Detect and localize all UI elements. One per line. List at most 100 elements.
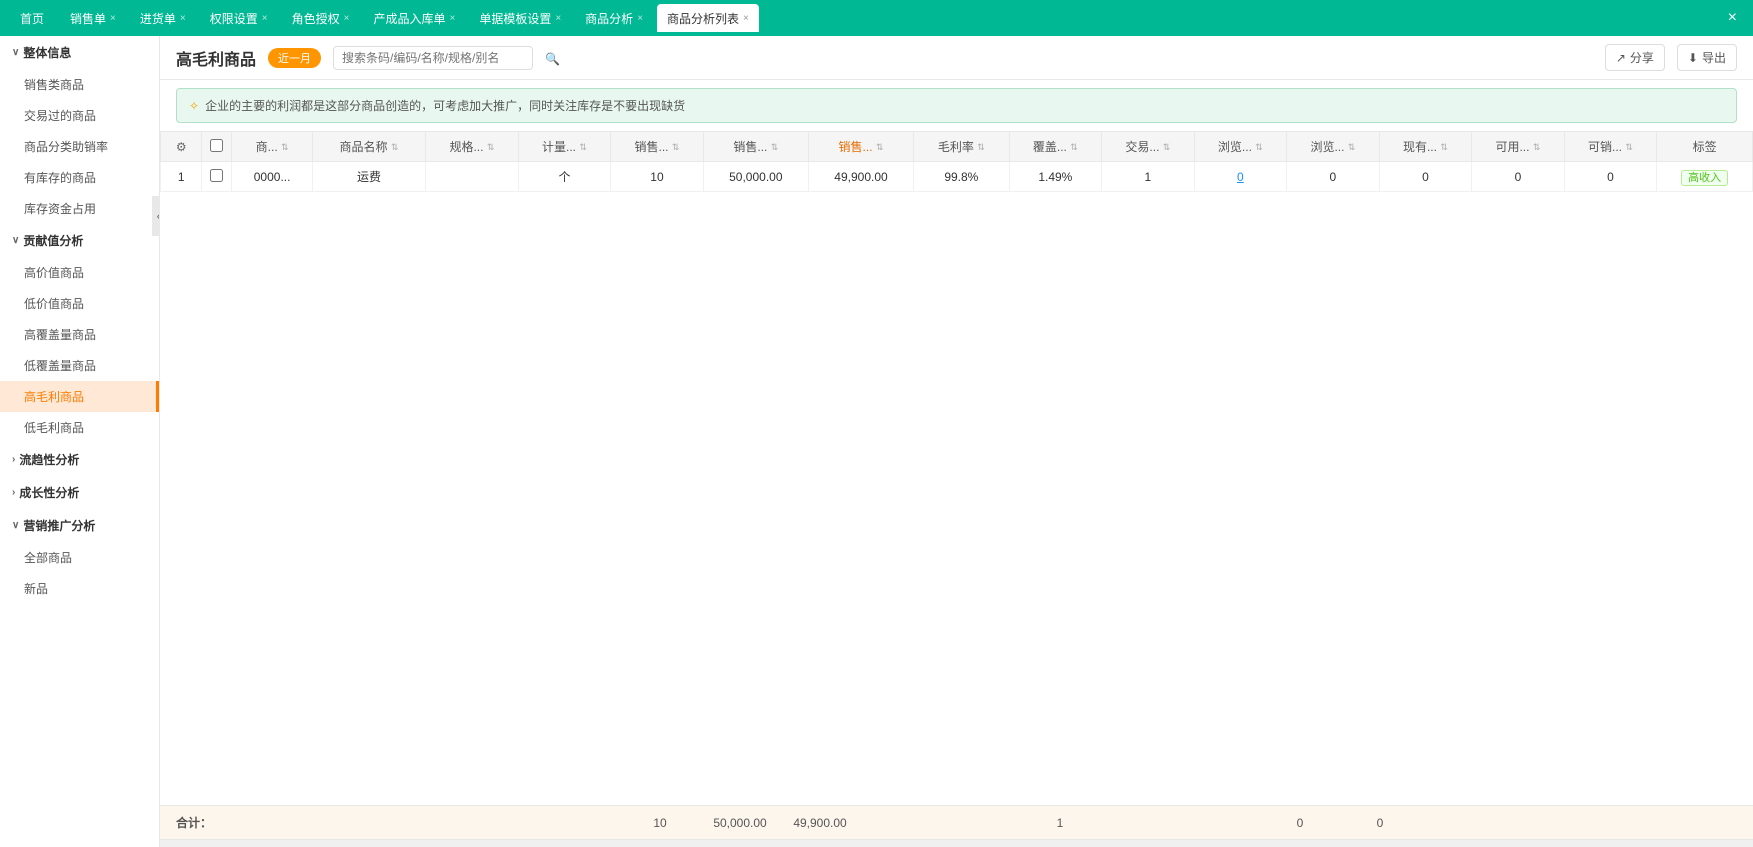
table-row: 1 0000... 运费 个 10 50,000.00 49,900.00 99… xyxy=(161,162,1753,192)
sort-icon: ⇅ xyxy=(1163,142,1171,153)
export-button[interactable]: ⬇ 导出 xyxy=(1677,44,1737,71)
select-all-checkbox[interactable] xyxy=(210,139,223,152)
sidebar-item-stock-capital[interactable]: 库存资金占用 xyxy=(0,193,159,224)
row-transactions: 1 xyxy=(1102,162,1195,192)
th-current-stock[interactable]: 现有... ⇅ xyxy=(1379,132,1472,162)
chevron-down-icon: ∨ xyxy=(12,235,19,246)
sidebar-item-traded-goods[interactable]: 交易过的商品 xyxy=(0,100,159,131)
th-available[interactable]: 可用... ⇅ xyxy=(1472,132,1565,162)
nav-tab-template-settings[interactable]: 单据模板设置 × xyxy=(469,4,571,32)
close-icon[interactable]: × xyxy=(555,13,561,24)
close-icon[interactable]: × xyxy=(449,13,455,24)
th-tag[interactable]: 标签 xyxy=(1657,132,1753,162)
sort-icon: ⇅ xyxy=(771,142,779,153)
sort-icon: ⇅ xyxy=(579,142,587,153)
content-area: 高毛利商品 近一月 🔍 ↗ 分享 ⬇ 导出 ✧ 企业的主要的利润都是这部分商品创… xyxy=(160,36,1753,847)
sidebar-section-overview[interactable]: ∨ 整体信息 xyxy=(0,36,159,69)
footer-sales-qty: 10 xyxy=(620,816,700,830)
sidebar-section-growth[interactable]: › 成长性分析 xyxy=(0,476,159,509)
row-views2: 0 xyxy=(1287,162,1380,192)
th-transactions[interactable]: 交易... ⇅ xyxy=(1102,132,1195,162)
th-name[interactable]: 商品名称 ⇅ xyxy=(312,132,425,162)
row-unit: 个 xyxy=(518,162,611,192)
search-input[interactable] xyxy=(333,46,533,70)
sort-icon: ⇅ xyxy=(672,142,680,153)
sidebar-item-high-coverage-goods[interactable]: 高覆盖量商品 xyxy=(0,319,159,350)
sort-icon: ⇅ xyxy=(281,142,289,153)
th-sales-qty[interactable]: 销售... ⇅ xyxy=(611,132,704,162)
nav-tab-production-inbound[interactable]: 产成品入库单 × xyxy=(363,4,465,32)
close-icon[interactable]: × xyxy=(743,13,749,24)
chevron-down-icon: ∨ xyxy=(12,47,19,58)
sidebar-collapse-button[interactable]: « xyxy=(152,196,160,236)
nav-tab-purchase-order[interactable]: 进货单 × xyxy=(130,4,196,32)
search-button[interactable]: 🔍 xyxy=(545,50,560,66)
footer-sales-amount: 50,000.00 xyxy=(700,816,780,830)
th-views2[interactable]: 浏览... ⇅ xyxy=(1287,132,1380,162)
row-spec xyxy=(426,162,519,192)
row-name: 运费 xyxy=(312,162,425,192)
footer-transactions: 1 xyxy=(1020,816,1100,830)
th-gross-margin[interactable]: 毛利率 ⇅ xyxy=(914,132,1010,162)
sidebar-item-high-margin-goods[interactable]: 高毛利商品 xyxy=(0,381,159,412)
window-close-button[interactable]: × xyxy=(1720,9,1745,27)
th-coverage[interactable]: 覆盖... ⇅ xyxy=(1009,132,1102,162)
th-sellable[interactable]: 可销... ⇅ xyxy=(1564,132,1657,162)
sort-icon: ⇅ xyxy=(1255,142,1263,153)
th-views1[interactable]: 浏览... ⇅ xyxy=(1194,132,1287,162)
nav-tab-sales-order[interactable]: 销售单 × xyxy=(60,4,126,32)
close-icon[interactable]: × xyxy=(344,13,350,24)
footer-views2-spacer xyxy=(1180,816,1260,830)
close-icon[interactable]: × xyxy=(637,13,643,24)
th-spec[interactable]: 规格... ⇅ xyxy=(426,132,519,162)
row-checkbox[interactable] xyxy=(202,162,232,192)
row-views1[interactable]: 0 xyxy=(1194,162,1287,192)
th-code[interactable]: 商... ⇅ xyxy=(232,132,312,162)
info-icon: ✧ xyxy=(189,99,199,113)
content-header: 高毛利商品 近一月 🔍 ↗ 分享 ⬇ 导出 xyxy=(160,36,1753,80)
sidebar-item-low-margin-goods[interactable]: 低毛利商品 xyxy=(0,412,159,443)
sidebar-item-new-goods[interactable]: 新品 xyxy=(0,573,159,604)
product-table: ⚙ 商... ⇅ 商品名称 ⇅ xyxy=(160,131,1753,192)
row-available: 0 xyxy=(1472,162,1565,192)
share-button[interactable]: ↗ 分享 xyxy=(1605,44,1665,71)
sidebar-item-low-value-goods[interactable]: 低价值商品 xyxy=(0,288,159,319)
nav-tab-role-auth[interactable]: 角色授权 × xyxy=(282,4,360,32)
sort-icon: ⇅ xyxy=(391,142,399,153)
row-code: 0000... xyxy=(232,162,312,192)
export-icon: ⬇ xyxy=(1688,51,1698,65)
sidebar-item-category-assist-rate[interactable]: 商品分类助销率 xyxy=(0,131,159,162)
table-wrapper: ⚙ 商... ⇅ 商品名称 ⇅ xyxy=(160,131,1753,805)
sidebar-section-trend[interactable]: › 流趋性分析 xyxy=(0,443,159,476)
footer-coverage-spacer xyxy=(940,816,1020,830)
row-gross-margin: 99.8% xyxy=(914,162,1010,192)
sidebar-item-in-stock-goods[interactable]: 有库存的商品 xyxy=(0,162,159,193)
header-actions: ↗ 分享 ⬇ 导出 xyxy=(1605,44,1737,71)
close-icon[interactable]: × xyxy=(180,13,186,24)
sidebar-section-marketing[interactable]: ∨ 营销推广分析 xyxy=(0,509,159,542)
page-title: 高毛利商品 xyxy=(176,46,256,70)
nav-tab-product-analysis-list[interactable]: 商品分析列表 × xyxy=(657,4,759,32)
sidebar-item-sales-goods[interactable]: 销售类商品 xyxy=(0,69,159,100)
close-icon[interactable]: × xyxy=(110,13,116,24)
sidebar-section-marketing-items: 全部商品 新品 xyxy=(0,542,159,604)
sidebar-item-all-goods[interactable]: 全部商品 xyxy=(0,542,159,573)
sidebar-item-high-value-goods[interactable]: 高价值商品 xyxy=(0,257,159,288)
th-checkbox[interactable] xyxy=(202,132,232,162)
nav-tab-home[interactable]: 首页 xyxy=(8,4,56,32)
filter-recent-month-button[interactable]: 近一月 xyxy=(268,48,321,68)
sidebar: ∨ 整体信息 销售类商品 交易过的商品 商品分类助销率 有库存的商品 库存资金占… xyxy=(0,36,160,847)
footer-cells: 10 50,000.00 49,900.00 1 0 0 xyxy=(220,816,1737,830)
sidebar-section-contribution[interactable]: ∨ 贡献值分析 xyxy=(0,224,159,257)
nav-tab-permission-settings[interactable]: 权限设置 × xyxy=(200,4,278,32)
sidebar-item-low-coverage-goods[interactable]: 低覆盖量商品 xyxy=(0,350,159,381)
th-settings[interactable]: ⚙ xyxy=(161,132,202,162)
footer-available: 0 xyxy=(1340,816,1420,830)
th-sales-profit[interactable]: 销售... ⇅ xyxy=(808,132,913,162)
horizontal-scrollbar[interactable] xyxy=(160,839,1753,847)
th-sales-amount[interactable]: 销售... ⇅ xyxy=(703,132,808,162)
nav-tab-product-analysis[interactable]: 商品分析 × xyxy=(575,4,653,32)
th-unit[interactable]: 计量... ⇅ xyxy=(518,132,611,162)
close-icon[interactable]: × xyxy=(262,13,268,24)
share-icon: ↗ xyxy=(1616,51,1626,65)
